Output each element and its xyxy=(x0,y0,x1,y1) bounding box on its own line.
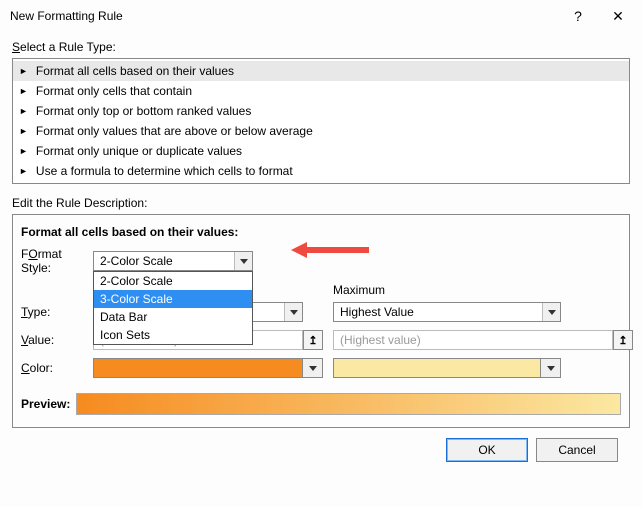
bullet-icon: ► xyxy=(19,106,28,116)
dialog-content: Select a Rule Type: ► Format all cells b… xyxy=(0,32,642,472)
dropdown-option[interactable]: 3-Color Scale xyxy=(94,290,252,308)
value-row: (Highest value) ↥ xyxy=(333,329,633,351)
rule-type-text: Format all cells based on their values xyxy=(36,64,234,78)
range-selector-button[interactable]: ↥ xyxy=(303,330,323,350)
format-style-row: FOrmat Style: 2-Color Scale 2-Color Scal… xyxy=(21,247,621,275)
rule-type-text: Format only cells that contain xyxy=(36,84,192,98)
format-style-label: FOrmat Style: xyxy=(21,247,93,275)
maximum-column: Maximum Highest Value (Highest value) ↥ xyxy=(333,281,633,385)
chevron-down-icon[interactable] xyxy=(284,303,302,321)
rule-type-text: Format only unique or duplicate values xyxy=(36,144,242,158)
color-swatch xyxy=(94,359,302,377)
chevron-down-icon[interactable] xyxy=(234,252,252,270)
help-button[interactable]: ? xyxy=(558,2,598,30)
edit-description-label: Edit the Rule Description: xyxy=(12,196,630,210)
dialog-title: New Formatting Rule xyxy=(10,9,558,23)
dialog-buttons: OK Cancel xyxy=(12,428,630,462)
type-row: Highest Value xyxy=(333,301,633,323)
chevron-down-icon[interactable] xyxy=(542,303,560,321)
close-button[interactable]: ✕ xyxy=(598,2,638,30)
chevron-down-icon[interactable] xyxy=(302,359,322,377)
dropdown-option[interactable]: Data Bar xyxy=(94,308,252,326)
preview-gradient xyxy=(76,393,621,415)
dropdown-option[interactable]: 2-Color Scale xyxy=(94,272,252,290)
format-style-options: 2-Color Scale 3-Color Scale Data Bar Ico… xyxy=(93,271,253,345)
dropdown-option[interactable]: Icon Sets xyxy=(94,326,252,344)
value-label: Value: xyxy=(21,333,93,347)
preview-label: Preview: xyxy=(21,397,70,411)
dialog-window: New Formatting Rule ? ✕ Select a Rule Ty… xyxy=(0,0,642,507)
rule-type-item[interactable]: ► Format only cells that contain xyxy=(13,81,629,101)
min-color-dropdown[interactable] xyxy=(93,358,323,378)
color-row xyxy=(333,357,633,379)
color-swatch xyxy=(334,359,540,377)
format-style-dropdown[interactable]: 2-Color Scale 2-Color Scale 3-Color Scal… xyxy=(93,251,253,271)
max-type-dropdown[interactable]: Highest Value xyxy=(333,302,561,322)
rule-type-item[interactable]: ► Format only unique or duplicate values xyxy=(13,141,629,161)
format-style-value: 2-Color Scale xyxy=(94,254,234,268)
maximum-header: Maximum xyxy=(333,283,633,297)
rule-type-text: Format only values that are above or bel… xyxy=(36,124,313,138)
ok-button[interactable]: OK xyxy=(446,438,528,462)
range-selector-button[interactable]: ↥ xyxy=(613,330,633,350)
rule-type-item[interactable]: ► Format only values that are above or b… xyxy=(13,121,629,141)
type-label: Type: xyxy=(21,305,93,319)
rule-type-item[interactable]: ► Format only top or bottom ranked value… xyxy=(13,101,629,121)
description-box: Format all cells based on their values: … xyxy=(12,214,630,428)
edit-description-section: Edit the Rule Description: Format all ce… xyxy=(12,196,630,428)
rule-type-item[interactable]: ► Use a formula to determine which cells… xyxy=(13,161,629,181)
bullet-icon: ► xyxy=(19,86,28,96)
rule-type-item[interactable]: ► Format all cells based on their values xyxy=(13,61,629,81)
chevron-down-icon[interactable] xyxy=(540,359,560,377)
rule-type-label: Select a Rule Type: xyxy=(12,40,630,54)
description-title: Format all cells based on their values: xyxy=(21,225,621,239)
rule-type-text: Use a formula to determine which cells t… xyxy=(36,164,293,178)
max-color-dropdown[interactable] xyxy=(333,358,561,378)
bullet-icon: ► xyxy=(19,146,28,156)
cancel-button[interactable]: Cancel xyxy=(536,438,618,462)
max-value-input[interactable]: (Highest value) xyxy=(333,330,613,350)
rule-type-text: Format only top or bottom ranked values xyxy=(36,104,251,118)
preview-row: Preview: xyxy=(21,393,621,415)
color-row: Color: xyxy=(21,357,323,379)
bullet-icon: ► xyxy=(19,126,28,136)
titlebar: New Formatting Rule ? ✕ xyxy=(0,0,642,32)
rule-type-list[interactable]: ► Format all cells based on their values… xyxy=(12,58,630,184)
max-type-value: Highest Value xyxy=(334,305,542,319)
bullet-icon: ► xyxy=(19,66,28,76)
color-label: Color: xyxy=(21,361,93,375)
bullet-icon: ► xyxy=(19,166,28,176)
